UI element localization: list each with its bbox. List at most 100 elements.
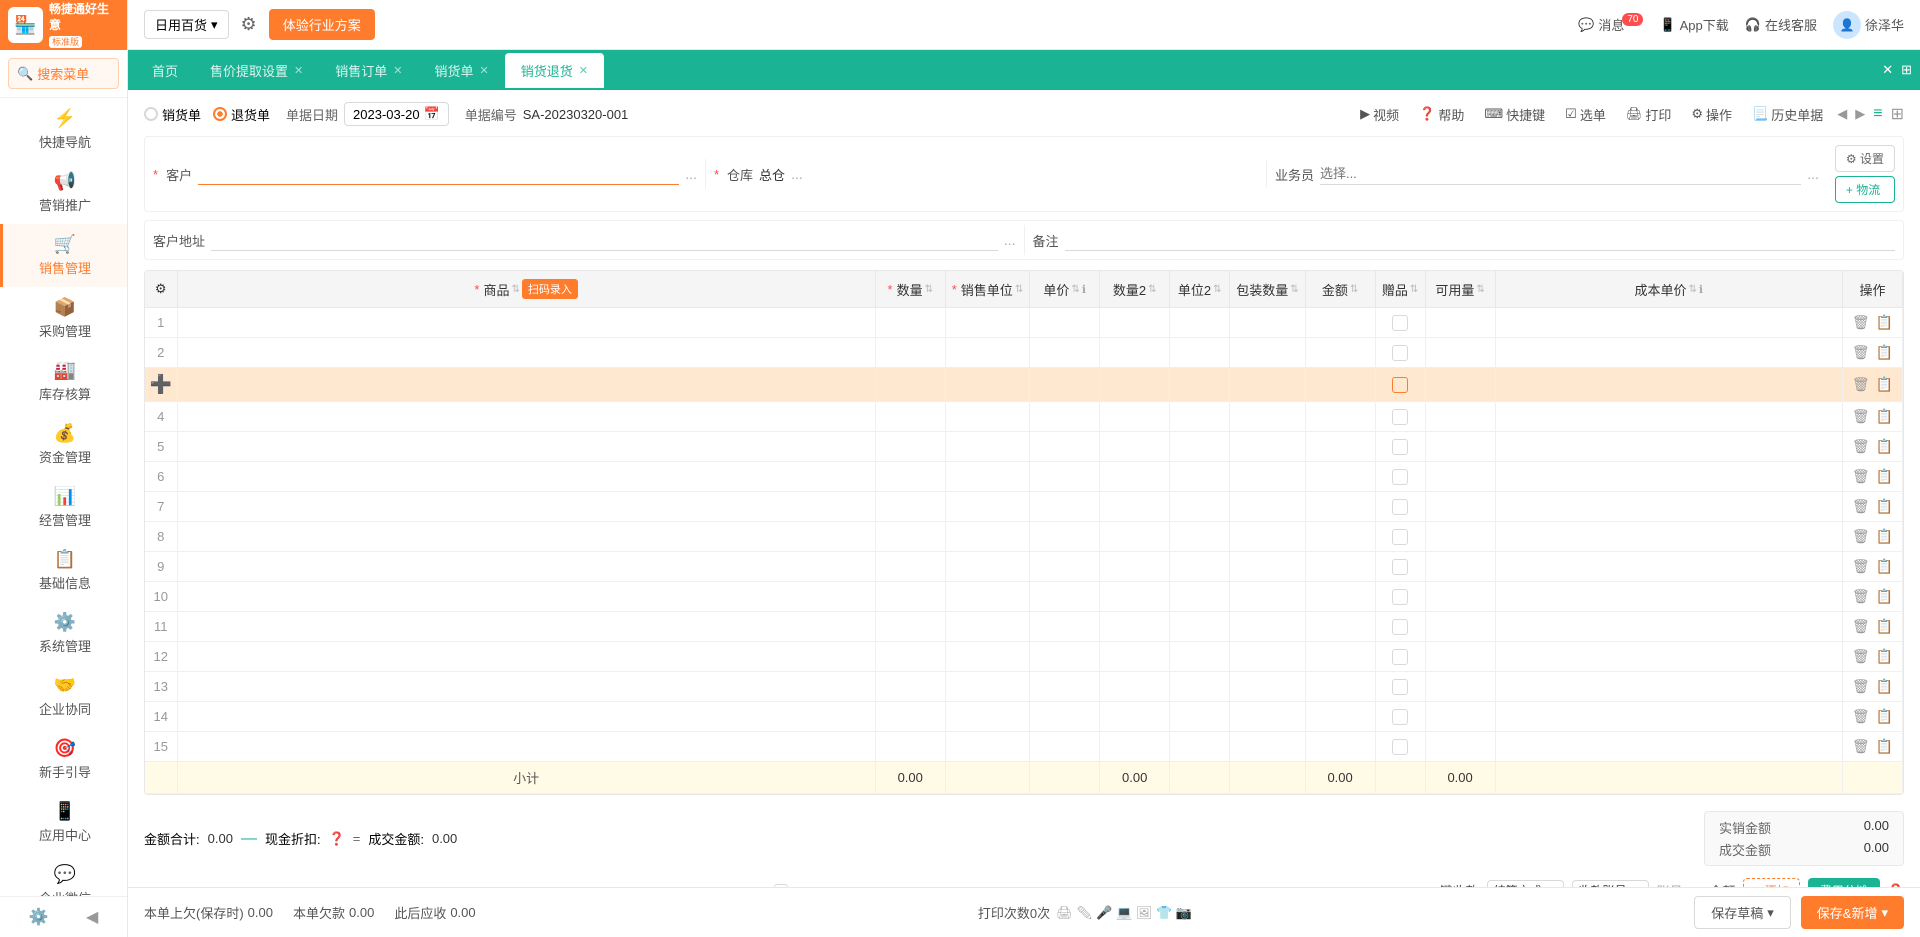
sidebar-item-wechat[interactable]: 💬 企业微信	[0, 854, 127, 896]
copy-row-icon[interactable]: 📋	[1876, 344, 1893, 361]
sort-arrows[interactable]: ⇅	[511, 284, 519, 295]
unit-price-cell[interactable]	[1030, 368, 1100, 402]
sort-arrows-avail[interactable]: ⇅	[1476, 284, 1484, 295]
staff-input[interactable]	[1320, 163, 1801, 185]
scan-input-btn[interactable]: 扫码录入	[522, 279, 578, 299]
unit-price-cell[interactable]	[1030, 338, 1100, 368]
account-select[interactable]: 收款账号	[1572, 880, 1649, 888]
delete-icon[interactable]: 🗑	[1852, 588, 1870, 605]
topbar-settings-icon[interactable]: ⚙	[241, 14, 257, 35]
save-new-button[interactable]: 保存&新增 ▾	[1801, 896, 1904, 929]
sidebar-item-shortcuts[interactable]: ⚡ 快捷导航	[0, 98, 127, 161]
tab-price-settings[interactable]: 售价提取设置 ✕	[194, 53, 319, 88]
copy-icon[interactable]: 📋	[1876, 618, 1893, 635]
copy-icon[interactable]: 📋	[1876, 468, 1893, 485]
help-btn[interactable]: ❓ 帮助	[1413, 103, 1470, 126]
tab-home[interactable]: 首页	[136, 53, 194, 88]
gift-cell[interactable]	[1375, 368, 1425, 402]
copy-row-icon[interactable]: 📋	[1876, 314, 1893, 331]
cost-price-cell[interactable]	[1495, 368, 1842, 402]
copy-icon[interactable]: 📋	[1876, 438, 1893, 455]
unit2-cell[interactable]	[1170, 338, 1230, 368]
copy-icon[interactable]: 📋	[1876, 528, 1893, 545]
delete-row-icon[interactable]: 🗑	[1852, 376, 1870, 393]
tab-close-icon[interactable]: ✕	[393, 64, 402, 77]
copy-icon[interactable]: 📋	[1876, 678, 1893, 695]
delete-icon[interactable]: 🗑	[1852, 738, 1870, 755]
quantity-cell[interactable]	[875, 338, 945, 368]
grid-view-icon[interactable]: ⊞	[1891, 104, 1904, 124]
experience-button[interactable]: 体验行业方案	[269, 9, 375, 40]
copy-icon[interactable]: 📋	[1876, 738, 1893, 755]
delete-icon[interactable]: 🗑	[1852, 498, 1870, 515]
settings-footer-icon[interactable]: ⚙️	[29, 907, 49, 927]
shortcut-btn[interactable]: ⌨ 快捷键	[1478, 103, 1551, 126]
sidebar-item-apps[interactable]: 📱 应用中心	[0, 791, 127, 854]
prev-record-icon[interactable]: ◀	[1837, 106, 1847, 122]
gift-checkbox[interactable]	[1392, 529, 1408, 545]
available-cell[interactable]	[1425, 338, 1495, 368]
tab-close-icon[interactable]: ✕	[579, 64, 588, 77]
gift-checkbox[interactable]	[1392, 739, 1408, 755]
gift-checkbox[interactable]	[1392, 649, 1408, 665]
product-cell[interactable]	[177, 308, 875, 338]
gift-checkbox[interactable]	[1392, 345, 1408, 361]
col-settings[interactable]: ⚙	[145, 271, 177, 308]
available-cell[interactable]	[1425, 308, 1495, 338]
next-record-icon[interactable]: ▶	[1855, 106, 1865, 122]
sidebar-item-system[interactable]: ⚙️ 系统管理	[0, 602, 127, 665]
cost-price-cell[interactable]	[1495, 338, 1842, 368]
add-row-btn-cell[interactable]: ➕	[145, 368, 177, 402]
gift-checkbox[interactable]	[1392, 499, 1408, 515]
address-input[interactable]	[211, 229, 998, 251]
sidebar-item-finance[interactable]: 💰 资金管理	[0, 413, 127, 476]
user-menu[interactable]: 👤 徐泽华	[1833, 11, 1904, 39]
tab-sales-order[interactable]: 销售订单 ✕	[319, 53, 418, 88]
customer-input[interactable]	[198, 163, 679, 185]
pack-qty-cell[interactable]	[1230, 308, 1305, 338]
radio-delivery[interactable]: 销货单	[144, 105, 201, 124]
available-cell[interactable]	[1425, 368, 1495, 402]
sales-unit-cell[interactable]	[945, 368, 1029, 402]
sort-arrows-amount[interactable]: ⇅	[1350, 284, 1358, 295]
tab-sales-delivery[interactable]: 销货单 ✕	[418, 53, 504, 88]
copy-icon[interactable]: 📋	[1876, 708, 1893, 725]
sort-arrows-cost[interactable]: ⇅	[1689, 284, 1697, 295]
message-button[interactable]: 💬 消息 70	[1578, 15, 1643, 34]
gift-cell[interactable]	[1375, 308, 1425, 338]
app-download-button[interactable]: 📱 App下载	[1659, 15, 1728, 34]
sidebar-item-inventory[interactable]: 🏭 库存核算	[0, 350, 127, 413]
gift-checkbox[interactable]	[1392, 409, 1408, 425]
history-btn[interactable]: 📃 历史单据	[1746, 103, 1829, 126]
delete-icon[interactable]: 🗑	[1852, 648, 1870, 665]
amount-cell[interactable]	[1305, 308, 1375, 338]
warehouse-dots-icon[interactable]: ...	[791, 166, 803, 182]
delete-icon[interactable]: 🗑	[1852, 678, 1870, 695]
online-service-button[interactable]: 🎧 在线客服	[1745, 15, 1817, 34]
unit2-cell[interactable]	[1170, 368, 1230, 402]
gift-checkbox[interactable]	[1392, 439, 1408, 455]
sidebar-item-marketing[interactable]: 📢 营销推广	[0, 161, 127, 224]
sidebar-item-business[interactable]: 📊 经营管理	[0, 476, 127, 539]
video-btn[interactable]: ▶ 视频	[1354, 103, 1405, 126]
staff-dots-icon[interactable]: ...	[1807, 166, 1819, 182]
gift-checkbox[interactable]	[1392, 589, 1408, 605]
sort-arrows-unit[interactable]: ⇅	[1015, 284, 1023, 295]
delete-row-icon[interactable]: 🗑	[1852, 344, 1870, 361]
date-input[interactable]: 2023-03-20 📅	[344, 102, 449, 126]
list-view-icon[interactable]: ≡	[1873, 105, 1882, 123]
sort-arrows-qty[interactable]: ⇅	[925, 284, 933, 295]
sidebar-item-guide[interactable]: 🎯 新手引导	[0, 728, 127, 791]
quantity2-cell[interactable]	[1100, 338, 1170, 368]
radio-return[interactable]: 退货单	[213, 105, 270, 124]
gift-cell[interactable]	[1375, 338, 1425, 368]
pack-qty-cell[interactable]	[1230, 368, 1305, 402]
select-btn[interactable]: ☑ 选单	[1559, 103, 1612, 126]
close-tab-icon[interactable]: ✕	[1882, 62, 1893, 78]
sort-arrows-price[interactable]: ⇅	[1071, 284, 1079, 295]
sidebar-item-purchase[interactable]: 📦 采购管理	[0, 287, 127, 350]
gift-checkbox[interactable]	[1392, 469, 1408, 485]
sales-unit-cell[interactable]	[945, 338, 1029, 368]
expense-split-button[interactable]: 费用分摊	[1808, 878, 1880, 887]
address-dots-icon[interactable]: ...	[1004, 232, 1016, 248]
